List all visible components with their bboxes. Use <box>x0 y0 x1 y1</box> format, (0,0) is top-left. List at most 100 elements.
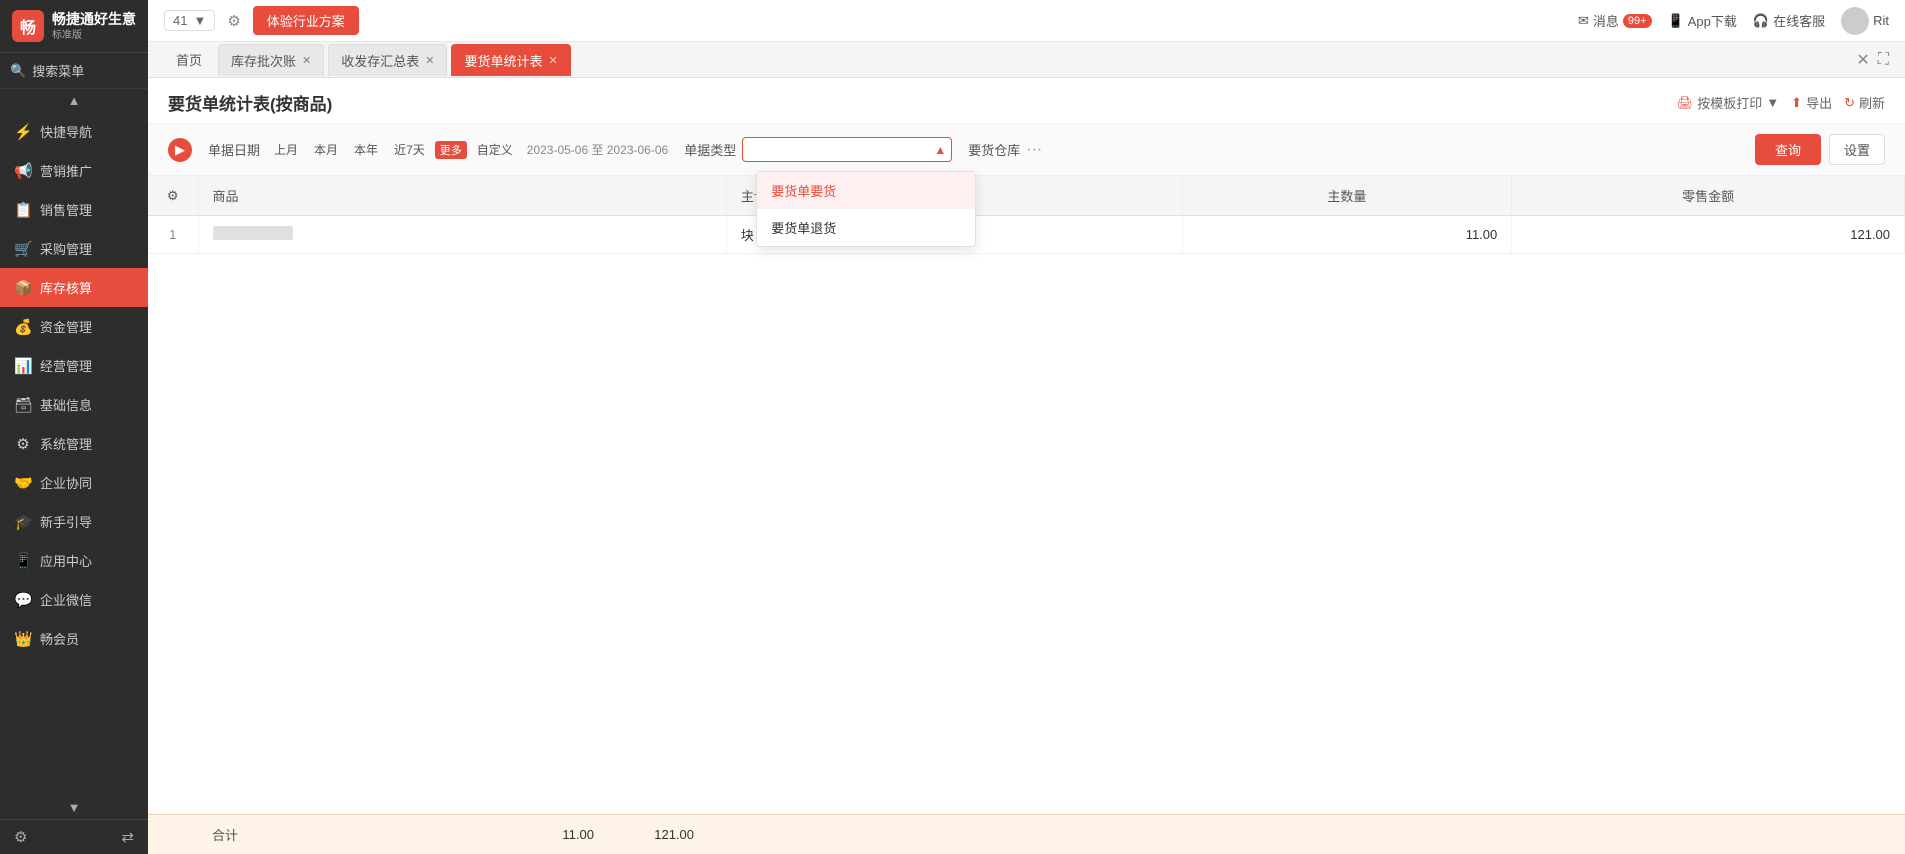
logo-icon: 畅 <box>12 10 44 42</box>
print-chevron-icon: ▼ <box>1766 95 1779 110</box>
tab-receivable-summary-close[interactable]: ✕ <box>425 54 434 67</box>
sidebar-item-label: 快捷导航 <box>40 122 92 141</box>
sidebar-item-label: 采购管理 <box>40 239 92 258</box>
app-download-icon: 📱 <box>1668 13 1684 29</box>
sidebar-item-sales[interactable]: 📋 销售管理 <box>0 190 148 229</box>
last-month-btn[interactable]: 上月 <box>268 139 304 160</box>
sidebar-item-label: 畅会员 <box>40 629 79 648</box>
table-footer: 合计 11.00 121.00 <box>148 814 1905 854</box>
table-row: 1 块 11.00 121.00 <box>148 216 1905 254</box>
tab-actions: ✕ ⛶ <box>1856 50 1889 70</box>
header-right: ✉ 消息 99+ 📱 App下载 🎧 在线客服 Rit <box>1578 7 1889 35</box>
trial-button[interactable]: 体验行业方案 <box>253 6 359 35</box>
tab-close-all-button[interactable]: ✕ <box>1856 50 1869 70</box>
app-download-label: App下载 <box>1688 11 1737 30</box>
sales-icon: 📋 <box>14 201 32 219</box>
tab-expand-button[interactable]: ⛶ <box>1878 51 1889 69</box>
finance-icon: 💰 <box>14 318 32 336</box>
header-gear-button[interactable]: ⚙ <box>227 12 240 30</box>
sidebar-item-corp[interactable]: 🤝 企业协同 <box>0 463 148 502</box>
store-selector[interactable]: 41 ▼ <box>164 10 215 31</box>
date-filter-group: 单据日期 上月 本月 本年 近7天 更多 自定义 2023-05-06 至 20… <box>208 139 668 160</box>
tab-order-stats-close[interactable]: ✕ <box>549 54 558 67</box>
print-icon: 🖨 <box>1677 95 1694 111</box>
type-filter-group: 单据类型 ▲ 要货单要货 要货单退货 <box>684 137 952 162</box>
dropdown-item-order-return[interactable]: 要货单退货 <box>757 209 975 246</box>
sidebar-item-label: 基础信息 <box>40 395 92 414</box>
export-icon: ⬆ <box>1791 95 1802 111</box>
refresh-button[interactable]: ↻ 刷新 <box>1844 93 1885 112</box>
row-index: 1 <box>148 216 198 254</box>
sidebar-item-system[interactable]: ⚙ 系统管理 <box>0 424 148 463</box>
sidebar-item-label: 系统管理 <box>40 434 92 453</box>
tab-receivable-summary-label: 收发存汇总表 <box>341 51 419 70</box>
filter-actions: 查询 设置 <box>1755 134 1885 165</box>
marketing-icon: 📢 <box>14 162 32 180</box>
sidebar-item-operations[interactable]: 📊 经营管理 <box>0 346 148 385</box>
type-chevron-up-icon[interactable]: ▲ <box>934 143 946 157</box>
wechat-icon: 💬 <box>14 591 32 609</box>
messages-badge: 99+ <box>1623 14 1652 28</box>
footer-total-label: 合计 <box>162 828 238 843</box>
tab-bar: 首页 库存批次账 ✕ 收发存汇总表 ✕ 要货单统计表 ✕ ✕ ⛶ <box>148 42 1905 78</box>
settings-gear-icon[interactable]: ⚙ <box>14 828 27 846</box>
sidebar-item-wechat[interactable]: 💬 企业微信 <box>0 580 148 619</box>
dropdown-item-order-purchase[interactable]: 要货单要货 <box>757 172 975 209</box>
print-template-button[interactable]: 🖨 按模板打印 ▼ <box>1677 93 1779 112</box>
this-year-btn[interactable]: 本年 <box>348 139 384 160</box>
sidebar-logo: 畅 畅捷通好生意 标准版 <box>0 0 148 53</box>
last-7-days-btn[interactable]: 近7天 <box>388 139 431 160</box>
column-settings-icon[interactable]: ⚙ <box>167 188 179 203</box>
query-button[interactable]: 查询 <box>1755 134 1821 165</box>
sidebar-item-label: 资金管理 <box>40 317 92 336</box>
system-icon: ⚙ <box>14 435 32 453</box>
tab-inventory-batch[interactable]: 库存批次账 ✕ <box>218 44 324 76</box>
messages-button[interactable]: ✉ 消息 99+ <box>1578 11 1652 30</box>
type-select-box: ▲ <box>742 137 952 162</box>
filter-expand-button[interactable]: ▶ <box>168 138 192 162</box>
warehouse-filter-group: 要货仓库 ··· <box>968 140 1042 159</box>
custom-date-btn[interactable]: 自定义 <box>471 139 519 160</box>
sidebar-item-inventory[interactable]: 📦 库存核算 <box>0 268 148 307</box>
user-avatar-button[interactable]: Rit <box>1841 7 1889 35</box>
sidebar-search[interactable]: 🔍 搜索菜单 <box>0 53 148 89</box>
header-left: 41 ▼ ⚙ 体验行业方案 <box>164 6 359 35</box>
sidebar-item-member[interactable]: 👑 畅会员 <box>0 619 148 658</box>
message-icon: ✉ <box>1578 13 1589 29</box>
type-input[interactable] <box>742 137 952 162</box>
table-container[interactable]: ⚙ 商品 主计量单位 主数量 零售金额 1 <box>148 176 1905 814</box>
col-amount: 零售金额 <box>1512 176 1905 216</box>
store-number: 41 <box>173 13 187 28</box>
settings-button[interactable]: 设置 <box>1829 134 1885 165</box>
page-title: 要货单统计表(按商品) <box>168 90 332 115</box>
warehouse-more-icon[interactable]: ··· <box>1026 141 1042 159</box>
this-month-btn[interactable]: 本月 <box>308 139 344 160</box>
type-dropdown-menu: 要货单要货 要货单退货 <box>756 171 976 247</box>
toggle-icon[interactable]: ⇄ <box>121 828 134 846</box>
user-name: Rit <box>1873 13 1889 28</box>
sidebar-item-app[interactable]: 📱 应用中心 <box>0 541 148 580</box>
row-quantity: 11.00 <box>1182 216 1512 254</box>
sidebar-item-quick-nav[interactable]: ⚡ 快捷导航 <box>0 112 148 151</box>
data-table: ⚙ 商品 主计量单位 主数量 零售金额 1 <box>148 176 1905 254</box>
sidebar-item-marketing[interactable]: 📢 营销推广 <box>0 151 148 190</box>
tab-order-stats[interactable]: 要货单统计表 ✕ <box>451 44 570 76</box>
scroll-down-btn[interactable]: ▼ <box>0 796 148 819</box>
export-button[interactable]: ⬆ 导出 <box>1791 93 1832 112</box>
tab-receivable-summary[interactable]: 收发存汇总表 ✕ <box>328 44 447 76</box>
sidebar-item-basic[interactable]: 🗃 基础信息 <box>0 385 148 424</box>
col-settings[interactable]: ⚙ <box>148 176 198 216</box>
online-service-button[interactable]: 🎧 在线客服 <box>1753 11 1825 30</box>
user-avatar <box>1841 7 1869 35</box>
scroll-up-btn[interactable]: ▲ <box>0 89 148 112</box>
app-download-button[interactable]: 📱 App下载 <box>1668 11 1737 30</box>
sidebar-item-purchase[interactable]: 🛒 采购管理 <box>0 229 148 268</box>
filter-bar: ▶ 单据日期 上月 本月 本年 近7天 更多 自定义 2023-05-06 至 … <box>148 124 1905 176</box>
sidebar-item-guide[interactable]: 🎓 新手引导 <box>0 502 148 541</box>
more-badge[interactable]: 更多 <box>435 141 467 159</box>
tab-inventory-batch-close[interactable]: ✕ <box>302 54 311 67</box>
sidebar-item-label: 销售管理 <box>40 200 92 219</box>
tab-home-label: 首页 <box>176 50 202 69</box>
tab-home[interactable]: 首页 <box>164 44 214 75</box>
sidebar-item-finance[interactable]: 💰 资金管理 <box>0 307 148 346</box>
